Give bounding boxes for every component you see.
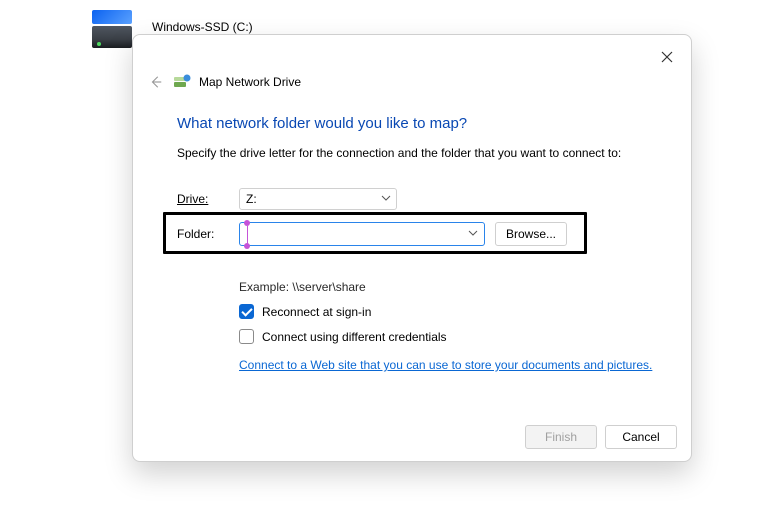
close-button[interactable] [653, 43, 681, 71]
close-icon [661, 51, 673, 63]
reconnect-checkbox[interactable] [239, 304, 254, 319]
website-link[interactable]: Connect to a Web site that you can use t… [239, 358, 652, 372]
example-text: Example: \\server\share [239, 280, 667, 294]
cancel-button[interactable]: Cancel [605, 425, 677, 449]
credentials-checkbox[interactable] [239, 329, 254, 344]
back-arrow-icon [149, 75, 163, 89]
folder-input[interactable] [239, 222, 485, 246]
back-button[interactable] [147, 73, 165, 91]
dialog-question: What network folder would you like to ma… [177, 115, 667, 132]
drive-field-label: Drive: [177, 192, 239, 206]
chevron-down-icon [468, 227, 478, 241]
map-network-drive-dialog: Map Network Drive What network folder wo… [132, 34, 692, 462]
network-drive-icon [173, 73, 191, 91]
chevron-down-icon [381, 192, 391, 206]
drive-value: Z: [246, 192, 257, 206]
dialog-title: Map Network Drive [199, 75, 301, 89]
annotation-dot [244, 243, 250, 249]
reconnect-label: Reconnect at sign-in [262, 305, 371, 319]
folder-field-label: Folder: [177, 227, 239, 241]
finish-button[interactable]: Finish [525, 425, 597, 449]
drive-icon[interactable] [92, 26, 132, 48]
annotation-caret [247, 226, 248, 244]
browse-button[interactable]: Browse... [495, 222, 567, 246]
dialog-instruction: Specify the drive letter for the connect… [177, 146, 667, 160]
credentials-label: Connect using different credentials [262, 330, 447, 344]
drive-select[interactable]: Z: [239, 188, 397, 210]
drive-label[interactable]: Windows-SSD (C:) [152, 20, 253, 34]
